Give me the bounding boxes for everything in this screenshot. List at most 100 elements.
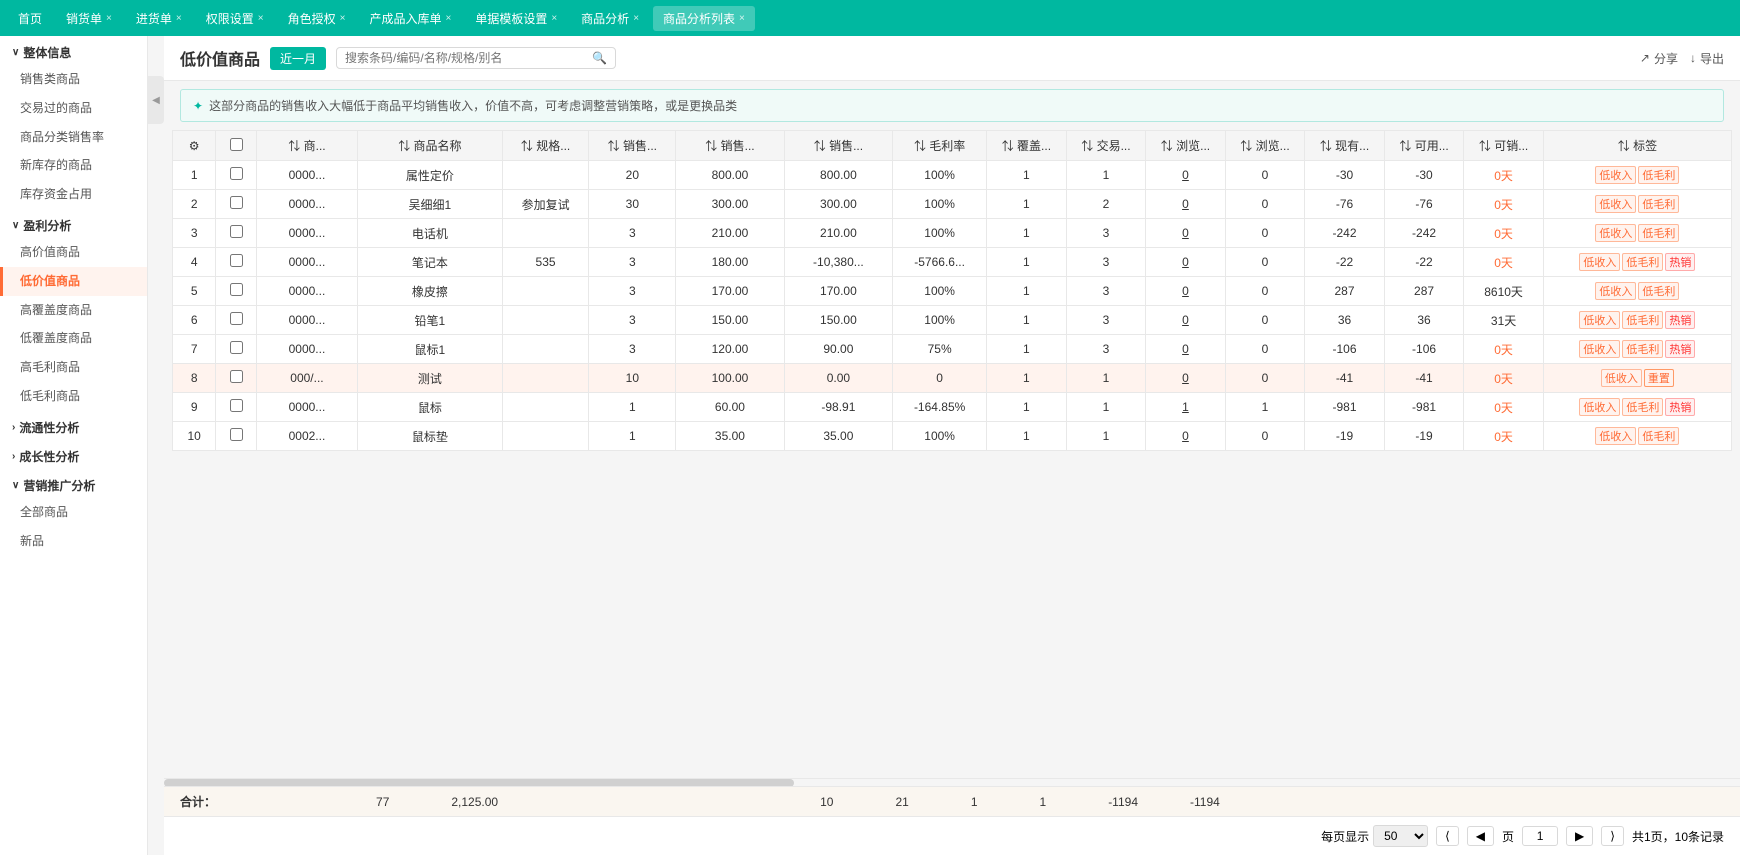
cell-checkbox[interactable] xyxy=(216,219,256,248)
close-icon[interactable]: × xyxy=(258,13,264,24)
views-link[interactable]: 1 xyxy=(1182,400,1189,414)
cell-checkbox[interactable] xyxy=(216,306,256,335)
cell-checkbox[interactable] xyxy=(216,335,256,364)
sidebar-item-low-coverage[interactable]: 低覆盖度商品 xyxy=(0,324,147,353)
row-checkbox[interactable] xyxy=(230,312,243,325)
col-views1[interactable]: ⇅ 浏览... xyxy=(1146,131,1226,161)
export-button[interactable]: ↓ 导出 xyxy=(1690,50,1724,67)
sidebar-item-high-value[interactable]: 高价值商品 xyxy=(0,238,147,267)
col-sales-qty[interactable]: ⇅ 销售... xyxy=(589,131,676,161)
col-settings[interactable]: ⚙ xyxy=(173,131,216,161)
col-sales-amt[interactable]: ⇅ 销售... xyxy=(676,131,784,161)
sidebar-item-high-coverage[interactable]: 高覆盖度商品 xyxy=(0,296,147,325)
views-link[interactable]: 0 xyxy=(1182,168,1189,182)
sidebar-item-low-margin[interactable]: 低毛利商品 xyxy=(0,382,147,411)
col-sellable[interactable]: ⇅ 可销... xyxy=(1464,131,1544,161)
sidebar-item-high-margin[interactable]: 高毛利商品 xyxy=(0,353,147,382)
col-available[interactable]: ⇅ 可用... xyxy=(1384,131,1464,161)
views-link[interactable]: 0 xyxy=(1182,371,1189,385)
sidebar-collapse-button[interactable]: ◀ xyxy=(148,76,164,124)
cell-checkbox[interactable] xyxy=(216,393,256,422)
col-sales-cost[interactable]: ⇅ 销售... xyxy=(784,131,892,161)
row-checkbox[interactable] xyxy=(230,225,243,238)
row-checkbox[interactable] xyxy=(230,196,243,209)
table-row[interactable]: 5 0000... 橡皮擦 3 170.00 170.00 100% 1 3 0… xyxy=(173,277,1732,306)
nav-finished-goods[interactable]: 产成品入库单 × xyxy=(359,6,461,31)
row-checkbox[interactable] xyxy=(230,341,243,354)
col-coverage[interactable]: ⇅ 覆盖... xyxy=(987,131,1067,161)
cell-checkbox[interactable] xyxy=(216,364,256,393)
sidebar-group-overall[interactable]: ∨ 整体信息 xyxy=(0,36,147,65)
share-button[interactable]: ↗ 分享 xyxy=(1640,50,1678,67)
sidebar-group-marketing[interactable]: ∨ 营销推广分析 xyxy=(0,469,147,498)
col-views2[interactable]: ⇅ 浏览... xyxy=(1225,131,1305,161)
close-icon[interactable]: × xyxy=(445,13,451,24)
table-row[interactable]: 3 0000... 电话机 3 210.00 210.00 100% 1 3 0… xyxy=(173,219,1732,248)
cell-checkbox[interactable] xyxy=(216,190,256,219)
table-row[interactable]: 10 0002... 鼠标垫 1 35.00 35.00 100% 1 1 0 … xyxy=(173,422,1732,451)
search-icon[interactable]: 🔍 xyxy=(592,51,607,65)
nav-product-analysis[interactable]: 商品分析 × xyxy=(571,6,649,31)
views-link[interactable]: 0 xyxy=(1182,284,1189,298)
views-link[interactable]: 0 xyxy=(1182,429,1189,443)
page-number-input[interactable] xyxy=(1522,826,1558,846)
row-checkbox[interactable] xyxy=(230,283,243,296)
table-row[interactable]: 9 0000... 鼠标 1 60.00 -98.91 -164.85% 1 1… xyxy=(173,393,1732,422)
row-checkbox[interactable] xyxy=(230,428,243,441)
cell-checkbox[interactable] xyxy=(216,277,256,306)
nav-purchase-order[interactable]: 进货单 × xyxy=(126,6,192,31)
sidebar-item-new-stock[interactable]: 新库存的商品 xyxy=(0,151,147,180)
select-all-checkbox[interactable] xyxy=(230,138,243,151)
table-row[interactable]: 4 0000... 笔记本 535 3 180.00 -10,380... -5… xyxy=(173,248,1732,277)
table-row[interactable]: 6 0000... 铅笔1 3 150.00 150.00 100% 1 3 0… xyxy=(173,306,1732,335)
views-link[interactable]: 0 xyxy=(1182,255,1189,269)
table-row[interactable]: 2 0000... 吴细细1 参加复试 30 300.00 300.00 100… xyxy=(173,190,1732,219)
col-name[interactable]: ⇅ 商品名称 xyxy=(358,131,503,161)
sidebar-group-growth[interactable]: › 成长性分析 xyxy=(0,440,147,469)
row-checkbox[interactable] xyxy=(230,167,243,180)
col-tags[interactable]: ⇅ 标签 xyxy=(1543,131,1731,161)
col-code[interactable]: ⇅ 商... xyxy=(256,131,357,161)
col-current[interactable]: ⇅ 现有... xyxy=(1305,131,1385,161)
close-icon[interactable]: × xyxy=(340,13,346,24)
row-checkbox[interactable] xyxy=(230,370,243,383)
first-page-button[interactable]: ⟨ xyxy=(1436,826,1459,846)
sidebar-item-sales-products[interactable]: 销售类商品 xyxy=(0,65,147,94)
data-table-container[interactable]: ⚙ ⇅ 商... ⇅ 商品名称 ⇅ 规格... ⇅ 销售... ⇅ 销售... … xyxy=(172,130,1732,778)
col-checkbox[interactable] xyxy=(216,131,256,161)
sidebar-item-category-sales[interactable]: 商品分类销售率 xyxy=(0,123,147,152)
close-icon[interactable]: × xyxy=(176,13,182,24)
table-row[interactable]: 8 000/... 测试 10 100.00 0.00 0 1 1 0 0 -4… xyxy=(173,364,1732,393)
close-icon[interactable]: × xyxy=(739,13,745,24)
next-page-button[interactable]: ▶ xyxy=(1566,826,1593,846)
views-link[interactable]: 0 xyxy=(1182,226,1189,240)
nav-product-analysis-list[interactable]: 商品分析列表 × xyxy=(653,6,755,31)
col-transaction[interactable]: ⇅ 交易... xyxy=(1066,131,1146,161)
close-icon[interactable]: × xyxy=(106,13,112,24)
table-row[interactable]: 7 0000... 鼠标1 3 120.00 90.00 75% 1 3 0 0… xyxy=(173,335,1732,364)
horizontal-scrollbar[interactable] xyxy=(164,778,1740,786)
col-gross-margin[interactable]: ⇅ 毛利率 xyxy=(893,131,987,161)
sidebar-item-inventory-capital[interactable]: 库存资金占用 xyxy=(0,180,147,209)
nav-permissions[interactable]: 权限设置 × xyxy=(196,6,274,31)
per-page-select[interactable]: 50 100 200 xyxy=(1373,825,1428,847)
close-icon[interactable]: × xyxy=(551,13,557,24)
cell-checkbox[interactable] xyxy=(216,422,256,451)
cell-checkbox[interactable] xyxy=(216,248,256,277)
views-link[interactable]: 0 xyxy=(1182,197,1189,211)
row-checkbox[interactable] xyxy=(230,399,243,412)
nav-home[interactable]: 首页 xyxy=(8,6,52,31)
nav-sales-order[interactable]: 销货单 × xyxy=(56,6,122,31)
sidebar-item-low-value[interactable]: 低价值商品 xyxy=(0,267,147,296)
views-link[interactable]: 0 xyxy=(1182,313,1189,327)
sidebar-group-liquidity[interactable]: › 流通性分析 xyxy=(0,411,147,440)
col-spec[interactable]: ⇅ 规格... xyxy=(502,131,589,161)
prev-page-button[interactable]: ◀ xyxy=(1467,826,1494,846)
sidebar-item-traded-products[interactable]: 交易过的商品 xyxy=(0,94,147,123)
sidebar-group-profit[interactable]: ∨ 盈利分析 xyxy=(0,209,147,238)
date-filter-button[interactable]: 近一月 xyxy=(270,47,326,70)
views-link[interactable]: 0 xyxy=(1182,342,1189,356)
close-icon[interactable]: × xyxy=(633,13,639,24)
sidebar-item-new-products[interactable]: 新品 xyxy=(0,527,147,556)
row-checkbox[interactable] xyxy=(230,254,243,267)
